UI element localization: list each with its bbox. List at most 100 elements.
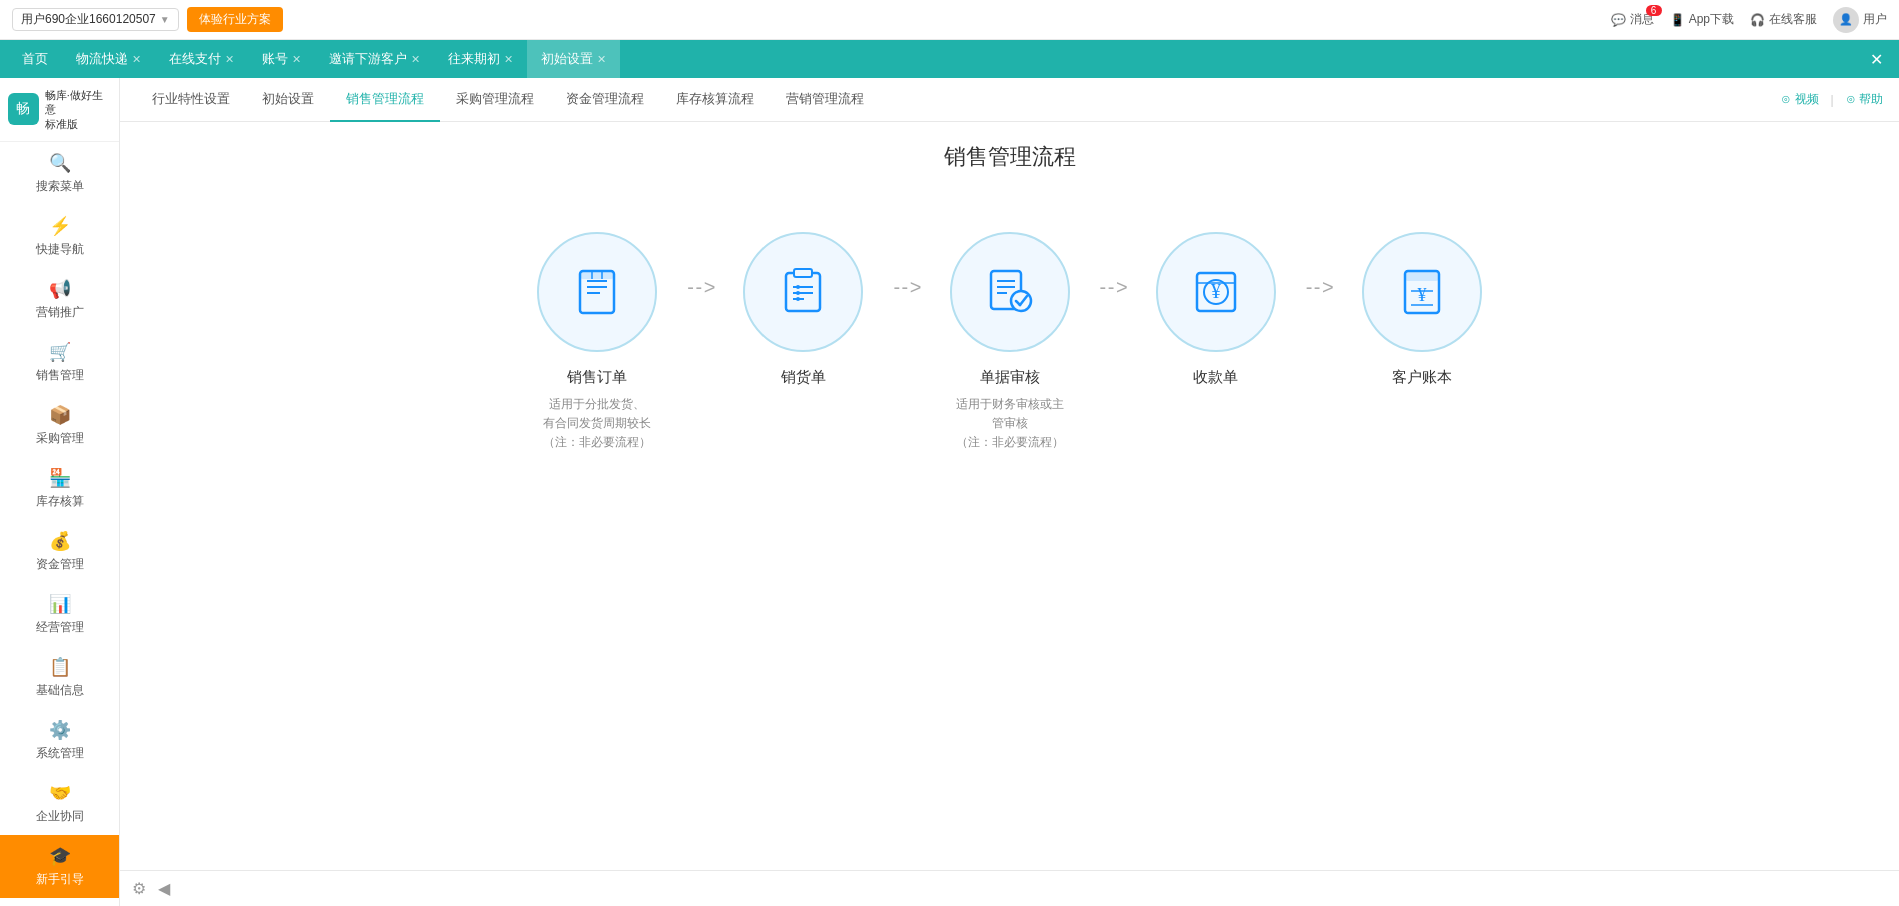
sidebar-item-sales[interactable]: 🛒 销售管理 [0,331,119,394]
subtab-purchase-flow[interactable]: 采购管理流程 [440,78,550,122]
subtab-marketing-flow[interactable]: 营销管理流程 [770,78,880,122]
sidebar-item-appstore[interactable]: 📱 应用中心 [0,898,119,906]
step-name-order: 销售订单 [567,368,627,387]
sub-tabs: 行业特性设置 初始设置 销售管理流程 采购管理流程 资金管理流程 库存核算流程 … [120,78,1899,122]
close-icon[interactable]: ✕ [504,53,513,66]
close-icon[interactable]: ✕ [411,53,420,66]
sidebar-item-inventory[interactable]: 🏪 库存核算 [0,457,119,520]
inventory-icon: 🏪 [49,467,71,489]
nav-tab-label: 账号 [262,50,288,68]
sidebar-item-marketing[interactable]: 📢 营销推广 [0,268,119,331]
close-icon[interactable]: ✕ [225,53,234,66]
sidebar-item-enterprise[interactable]: 🤝 企业协同 [0,772,119,835]
sidebar-item-system[interactable]: ⚙️ 系统管理 [0,709,119,772]
sidebar-item-label: 企业协同 [36,808,84,825]
subtab-inventory-flow[interactable]: 库存核算流程 [660,78,770,122]
svg-point-12 [796,285,800,289]
sidebar-item-label: 销售管理 [36,367,84,384]
nav-close-all[interactable]: ✕ [1862,50,1891,69]
nav-tab-zaixianzhifu[interactable]: 在线支付 ✕ [155,40,248,78]
message-icon: 💬 [1611,13,1626,27]
svg-text:¥: ¥ [1417,285,1426,305]
order-icon [570,265,624,319]
flow-arrow-3: - - > [1100,232,1126,299]
purchase-icon: 📦 [49,404,71,426]
top-bar-right: 💬 消息 6 📱 App下载 🎧 在线客服 👤 用户 [1611,7,1887,33]
online-service-item[interactable]: 🎧 在线客服 [1750,11,1817,28]
audit-icon [983,265,1037,319]
subtab-industry[interactable]: 行业特性设置 [136,78,246,122]
flow-step-ledger: ¥ 客户账本 [1332,232,1512,395]
download-icon: 📱 [1670,13,1685,27]
sidebar-item-label: 快捷导航 [36,241,84,258]
experience-btn[interactable]: 体验行业方案 [187,7,283,32]
subtab-sales-flow[interactable]: 销售管理流程 [330,78,440,122]
user-avatar-item[interactable]: 👤 用户 [1833,7,1887,33]
subtab-initial[interactable]: 初始设置 [246,78,330,122]
close-icon[interactable]: ✕ [132,53,141,66]
step-name-delivery: 销货单 [781,368,826,387]
close-icon[interactable]: ✕ [597,53,606,66]
logo-text: 畅库·做好生意 标准版 [45,88,111,131]
sidebar-item-quicknav[interactable]: ⚡ 快捷导航 [0,205,119,268]
svg-rect-8 [794,269,812,277]
sidebar-item-label: 营销推广 [36,304,84,321]
nav-tab-label: 在线支付 [169,50,221,68]
step-desc-audit: 适用于财务审核或主管审核（注：非必要流程） [956,395,1064,453]
sidebar-item-label: 库存核算 [36,493,84,510]
sidebar-item-business[interactable]: 📊 经营管理 [0,583,119,646]
receipt-icon: ¥ [1189,265,1243,319]
collapse-sidebar-icon[interactable]: ◀ [158,879,170,898]
sub-tabs-right: ⊙ 视频 | ⊙ 帮助 [1781,91,1883,108]
flow-arrow-1: - - > [687,232,713,299]
messages-badge: 6 [1646,5,1662,16]
nav-tab-zhanghao[interactable]: 账号 ✕ [248,40,315,78]
nav-tab-label: 邀请下游客户 [329,50,407,68]
nav-tab-wanglaiqi[interactable]: 往来期初 ✕ [434,40,527,78]
top-bar: 用户690企业1660120507 ▼ 体验行业方案 💬 消息 6 📱 App下… [0,0,1899,40]
nav-tab-wuliukuaidi[interactable]: 物流快递 ✕ [62,40,155,78]
flow-circle-delivery[interactable] [743,232,863,352]
video-link[interactable]: ⊙ 视频 [1781,91,1818,108]
help-link[interactable]: ⊙ 帮助 [1846,91,1883,108]
nav-tab-home[interactable]: 首页 [8,40,62,78]
sidebar-item-label: 搜索菜单 [36,178,84,195]
messages-item[interactable]: 💬 消息 6 [1611,11,1654,28]
flow-circle-audit[interactable] [950,232,1070,352]
app-download-item[interactable]: 📱 App下载 [1670,11,1734,28]
headset-icon: 🎧 [1750,13,1765,27]
svg-point-19 [1011,291,1031,311]
sidebar-item-search[interactable]: 🔍 搜索菜单 [0,142,119,205]
guide-icon: 🎓 [49,845,71,867]
flow-circle-receipt[interactable]: ¥ [1156,232,1276,352]
ledger-icon: ¥ [1395,265,1449,319]
sidebar: 畅 畅库·做好生意 标准版 🔍 搜索菜单 ⚡ 快捷导航 📢 营销推广 🛒 销售管… [0,78,120,906]
sidebar-item-label: 资金管理 [36,556,84,573]
flow-content: 销售管理流程 销售订 [120,122,1899,870]
step-name-ledger: 客户账本 [1392,368,1452,387]
flow-circle-order[interactable] [537,232,657,352]
subtab-finance-flow[interactable]: 资金管理流程 [550,78,660,122]
app-download-label: App下载 [1689,11,1734,28]
step-desc-order: 适用于分批发货、有合同发货周期较长（注：非必要流程） [543,395,651,453]
sidebar-item-basic[interactable]: 📋 基础信息 [0,646,119,709]
sidebar-item-label: 系统管理 [36,745,84,762]
settings-bottom-icon[interactable]: ⚙ [132,879,146,898]
sidebar-item-guide[interactable]: 🎓 新手引导 [0,835,119,898]
nav-tab-chushishezhi[interactable]: 初始设置 ✕ [527,40,620,78]
enterprise-icon: 🤝 [49,782,71,804]
sidebar-item-finance[interactable]: 💰 资金管理 [0,520,119,583]
svg-point-14 [796,297,800,301]
flow-circle-ledger[interactable]: ¥ [1362,232,1482,352]
flow-step-delivery: 销货单 [713,232,893,395]
close-icon[interactable]: ✕ [292,53,301,66]
sidebar-item-purchase[interactable]: 📦 采购管理 [0,394,119,457]
flow-arrow-2: - - > [893,232,919,299]
logo-icon: 畅 [8,93,39,125]
nav-tab-invite[interactable]: 邀请下游客户 ✕ [315,40,434,78]
main-content: 行业特性设置 初始设置 销售管理流程 采购管理流程 资金管理流程 库存核算流程 … [120,78,1899,906]
sales-icon: 🛒 [49,341,71,363]
user-selector[interactable]: 用户690企业1660120507 ▼ [12,8,179,31]
nav-tab-label: 往来期初 [448,50,500,68]
finance-icon: 💰 [49,530,71,552]
